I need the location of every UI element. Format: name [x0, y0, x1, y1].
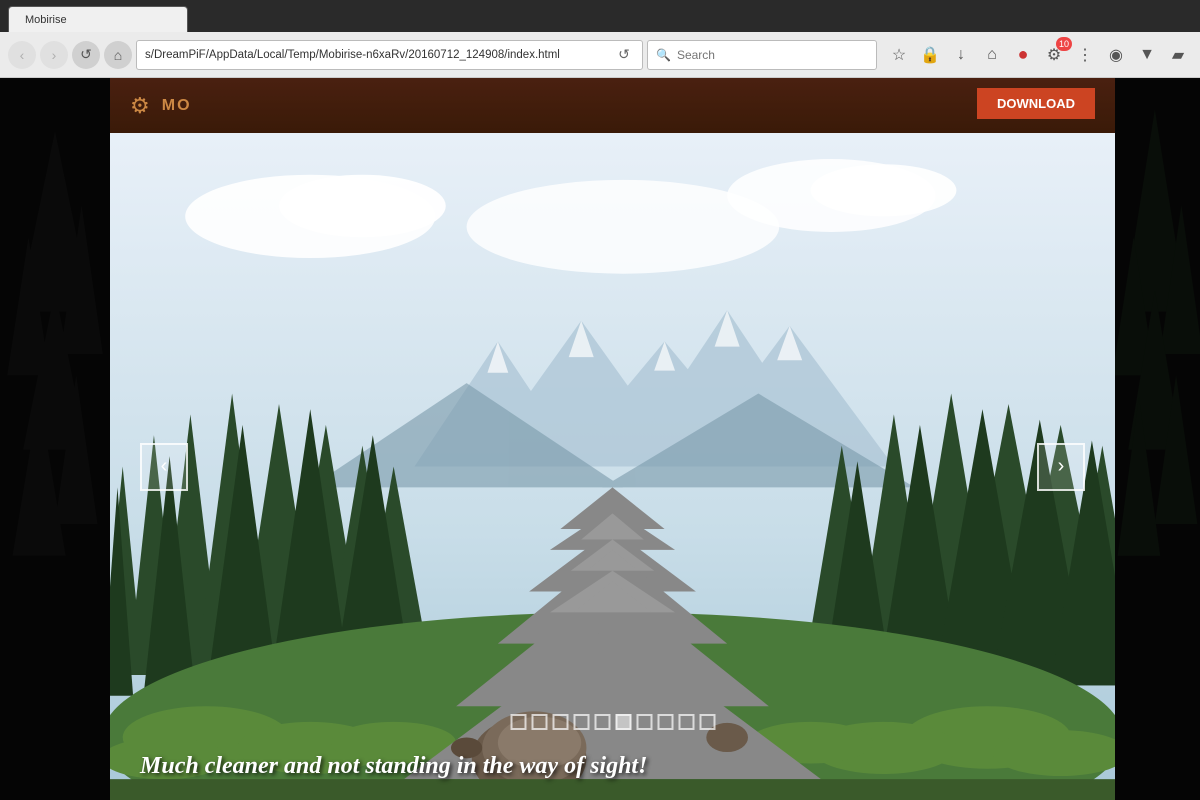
reload-icon: ↺ [80, 46, 92, 63]
right-panel [1115, 78, 1200, 800]
search-input[interactable] [677, 48, 868, 62]
slide-dot-2[interactable] [531, 714, 547, 730]
opera-icon: ● [1018, 44, 1029, 65]
tab-title: Mobirise [25, 14, 67, 26]
slide-dot-6[interactable] [615, 714, 631, 730]
slide-dot-7[interactable] [636, 714, 652, 730]
lock-button[interactable]: 🔒 [916, 41, 944, 69]
slide-image [110, 133, 1115, 800]
address-bar[interactable]: s/DreamPiF/AppData/Local/Temp/Mobirise-n… [136, 40, 643, 70]
website-content: ⚙ MO DOWNLOAD [110, 78, 1115, 800]
home-icon: ⌂ [114, 47, 122, 63]
forward-icon: › [52, 47, 57, 63]
website-header: ⚙ MO DOWNLOAD [110, 78, 1115, 133]
battery-icon: ▰ [1172, 45, 1184, 65]
notification-count: 10 [1056, 37, 1072, 51]
main-content: ⚙ MO DOWNLOAD [0, 78, 1200, 800]
dropdown-button[interactable]: ▼ [1133, 41, 1161, 69]
bookmark-icon: ☆ [892, 45, 906, 65]
browser-viewport: ⚙ MO DOWNLOAD [110, 78, 1115, 800]
search-box: 🔍 [647, 40, 877, 70]
slide-dot-3[interactable] [552, 714, 568, 730]
extra1-icon: ◉ [1109, 45, 1123, 65]
forward-button[interactable]: › [40, 41, 68, 69]
download-button[interactable]: ↓ [947, 41, 975, 69]
slider-container: ‹ › [110, 133, 1115, 800]
prev-arrow-icon: ‹ [161, 455, 168, 478]
extensions-notification: ⚙ 10 [1040, 41, 1068, 69]
right-panel-svg [1115, 78, 1200, 800]
lock-icon: 🔒 [920, 45, 940, 65]
slide-dot-1[interactable] [510, 714, 526, 730]
slide-caption: Much cleaner and not standing in the way… [140, 753, 1085, 780]
extra1-button[interactable]: ◉ [1102, 41, 1130, 69]
search-icon: 🔍 [656, 48, 671, 62]
website-app-title: MO [162, 97, 192, 115]
browser-toolbar: ‹ › ↺ ⌂ s/DreamPiF/AppData/Local/Temp/Mo… [0, 32, 1200, 78]
more-icon: ⋮ [1077, 45, 1093, 65]
active-tab[interactable]: Mobirise [8, 6, 188, 32]
slide-dot-9[interactable] [678, 714, 694, 730]
home-nav-icon: ⌂ [987, 46, 997, 64]
left-panel [0, 78, 110, 800]
left-panel-bg [0, 78, 110, 800]
reload-button[interactable]: ↺ [72, 41, 100, 69]
right-panel-bg [1115, 78, 1200, 800]
home-button[interactable]: ⌂ [104, 41, 132, 69]
address-reload-icon[interactable]: ↺ [614, 45, 634, 65]
back-icon: ‹ [20, 47, 25, 63]
slide-dots [510, 714, 715, 730]
toolbar-icons: ☆ 🔒 ↓ ⌂ ● ⚙ 10 ⋮ [885, 41, 1192, 69]
slide-dot-5[interactable] [594, 714, 610, 730]
address-text: s/DreamPiF/AppData/Local/Temp/Mobirise-n… [145, 49, 608, 61]
slider-prev-button[interactable]: ‹ [140, 443, 188, 491]
website-download-button[interactable]: DOWNLOAD [977, 88, 1095, 119]
slide-dot-4[interactable] [573, 714, 589, 730]
landscape-svg [110, 133, 1115, 800]
opera-button[interactable]: ● [1009, 41, 1037, 69]
home-nav-button[interactable]: ⌂ [978, 41, 1006, 69]
download-icon: ↓ [957, 46, 965, 64]
slide-dot-8[interactable] [657, 714, 673, 730]
slide-dot-10[interactable] [699, 714, 715, 730]
battery-button: ▰ [1164, 41, 1192, 69]
next-arrow-icon: › [1058, 455, 1065, 478]
dropdown-icon: ▼ [1139, 46, 1155, 64]
tab-bar: Mobirise [0, 0, 1200, 32]
more-button[interactable]: ⋮ [1071, 41, 1099, 69]
slider-next-button[interactable]: › [1037, 443, 1085, 491]
browser-chrome: Mobirise ‹ › ↺ ⌂ s/DreamPiF/AppData/Loca… [0, 0, 1200, 78]
back-button[interactable]: ‹ [8, 41, 36, 69]
website-gear-icon: ⚙ [130, 93, 150, 119]
bookmark-button[interactable]: ☆ [885, 41, 913, 69]
